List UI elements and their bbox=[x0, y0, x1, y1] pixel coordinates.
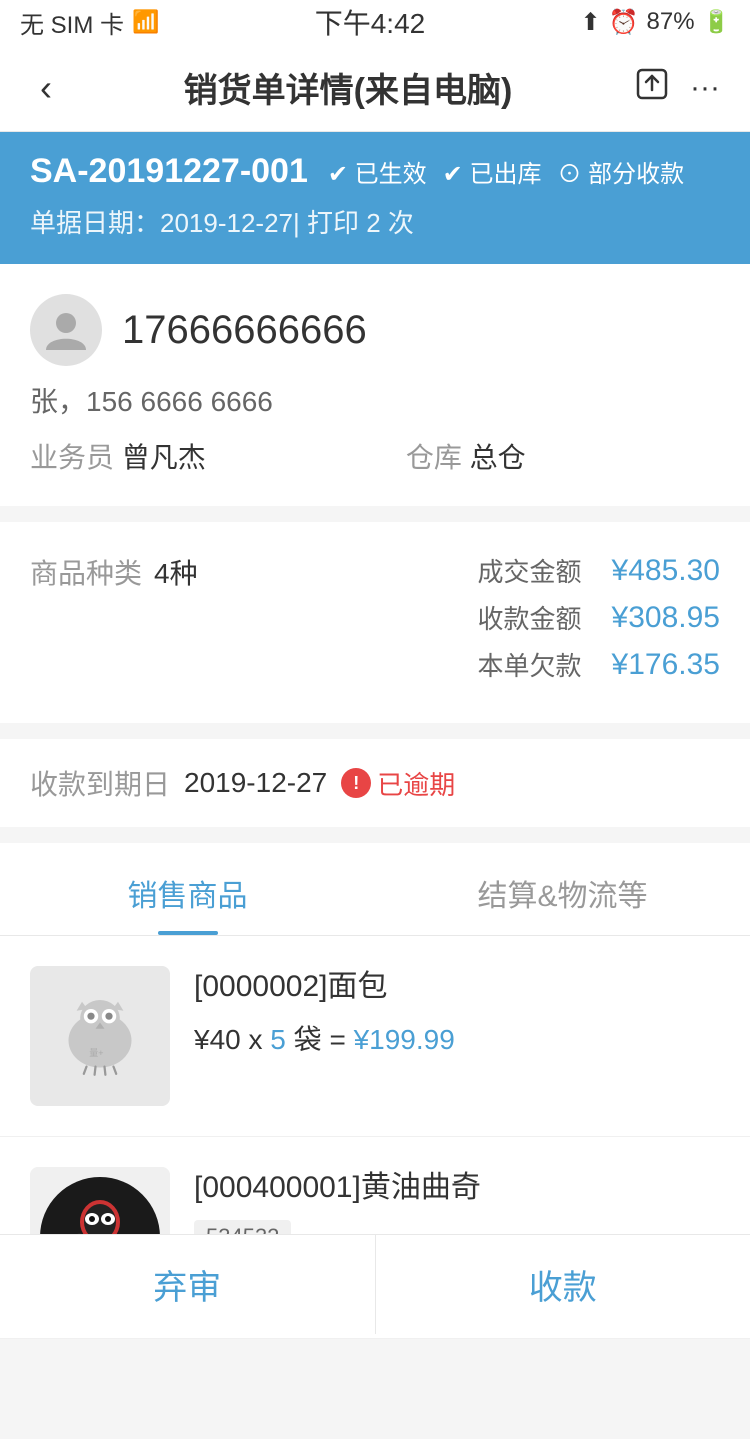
battery-label: 87% bbox=[647, 8, 695, 36]
product-total-1: ¥199.99 bbox=[354, 1024, 455, 1055]
alarm-icon: ⏰ bbox=[609, 8, 639, 37]
badge-shipped: ✔ 已出库 bbox=[443, 154, 542, 189]
status-bar: 无 SIM 卡 📶 下午4:42 ⬆ ⏰ 87% 🔋 bbox=[0, 0, 750, 44]
overdue-text: 已逾期 bbox=[377, 765, 455, 802]
received-label: 收款金额 bbox=[478, 599, 582, 636]
product-name-1: [0000002]面包 bbox=[194, 966, 720, 1008]
category-count: 4种 bbox=[154, 552, 198, 592]
back-button[interactable]: ‹ bbox=[30, 57, 62, 119]
overdue-badge: ! 已逾期 bbox=[341, 765, 455, 802]
debt-label: 本单欠款 bbox=[478, 646, 582, 683]
status-time: 下午4:42 bbox=[315, 2, 426, 42]
customer-name: 张，156 6666 6666 bbox=[30, 380, 720, 420]
order-header: SA-20191227-001 ✔ 已生效 ✔ 已出库 ⊙ 部分收款 单据日期：… bbox=[0, 132, 750, 264]
overdue-icon: ! bbox=[341, 768, 371, 798]
table-row: 量+ [0000002]面包 ¥40 x 5 袋 = ¥199.99 bbox=[0, 936, 750, 1137]
collect-payment-button[interactable]: 收款 bbox=[376, 1235, 750, 1334]
summary-section: 商品种类 4种 成交金额 ¥485.30 收款金额 ¥308.95 本单欠款 ¥… bbox=[0, 522, 750, 723]
summary-left: 商品种类 4种 bbox=[30, 552, 198, 596]
more-button[interactable]: ··· bbox=[690, 71, 720, 105]
customer-meta: 业务员 曾凡杰 仓库 总仓 bbox=[30, 436, 720, 476]
product-thumbnail-1: 量+ bbox=[30, 966, 170, 1106]
product-name-2: [000400001]黄油曲奇 bbox=[194, 1167, 720, 1209]
share-button[interactable] bbox=[634, 66, 670, 110]
battery-icon: 🔋 bbox=[703, 9, 730, 35]
tabs-header: 销售商品 结算&物流等 bbox=[0, 843, 750, 936]
tab-settlement-logistics[interactable]: 结算&物流等 bbox=[375, 843, 750, 935]
badge-partial-payment: ⊙ 部分收款 bbox=[557, 154, 684, 189]
staff-label: 业务员 bbox=[30, 436, 114, 476]
status-left: 无 SIM 卡 📶 bbox=[20, 5, 159, 40]
page-title: 销货单详情(来自电脑) bbox=[184, 63, 513, 112]
status-badges: ✔ 已生效 ✔ 已出库 ⊙ 部分收款 bbox=[328, 154, 684, 189]
staff-name: 曾凡杰 bbox=[122, 436, 206, 476]
customer-section: 17666666666 张，156 6666 6666 业务员 曾凡杰 仓库 总… bbox=[0, 264, 750, 506]
order-date: 单据日期：2019-12-27| 打印 2 次 bbox=[30, 203, 720, 240]
due-section: 收款到期日 2019-12-27 ! 已逾期 bbox=[0, 739, 750, 827]
nav-bar: ‹ 销货单详情(来自电脑) ··· bbox=[0, 44, 750, 132]
avatar bbox=[30, 294, 102, 366]
warehouse-label: 仓库 bbox=[406, 436, 462, 476]
bottom-bar: 弃审 收款 bbox=[0, 1234, 750, 1334]
warehouse-name: 总仓 bbox=[470, 436, 526, 476]
order-id: SA-20191227-001 bbox=[30, 152, 308, 191]
customer-phone: 17666666666 bbox=[122, 308, 367, 353]
product-qty-1: 5 bbox=[270, 1024, 286, 1055]
received-amount: ¥308.95 bbox=[612, 601, 720, 635]
due-label: 收款到期日 bbox=[30, 763, 170, 803]
debt-amount: ¥176.35 bbox=[612, 648, 720, 682]
nav-actions: ··· bbox=[634, 66, 720, 110]
due-date: 2019-12-27 bbox=[184, 767, 327, 799]
svg-text:量+: 量+ bbox=[89, 1048, 103, 1058]
product-info-1: [0000002]面包 ¥40 x 5 袋 = ¥199.99 bbox=[194, 966, 720, 1058]
location-icon: ⬆ bbox=[581, 8, 601, 37]
status-right: ⬆ ⏰ 87% 🔋 bbox=[581, 8, 730, 37]
carrier-label: 无 SIM 卡 bbox=[20, 5, 124, 40]
tab-sales-products[interactable]: 销售商品 bbox=[0, 843, 375, 935]
wifi-icon: 📶 bbox=[132, 9, 159, 35]
deal-amount: ¥485.30 bbox=[612, 554, 720, 588]
deal-amount-label: 成交金额 bbox=[478, 552, 582, 589]
badge-effective: ✔ 已生效 bbox=[328, 154, 427, 189]
category-label: 商品种类 bbox=[30, 552, 142, 592]
product-price-1: ¥40 x 5 袋 = ¥199.99 bbox=[194, 1018, 720, 1058]
summary-right: 成交金额 ¥485.30 收款金额 ¥308.95 本单欠款 ¥176.35 bbox=[478, 552, 720, 693]
cancel-review-button[interactable]: 弃审 bbox=[0, 1235, 376, 1334]
